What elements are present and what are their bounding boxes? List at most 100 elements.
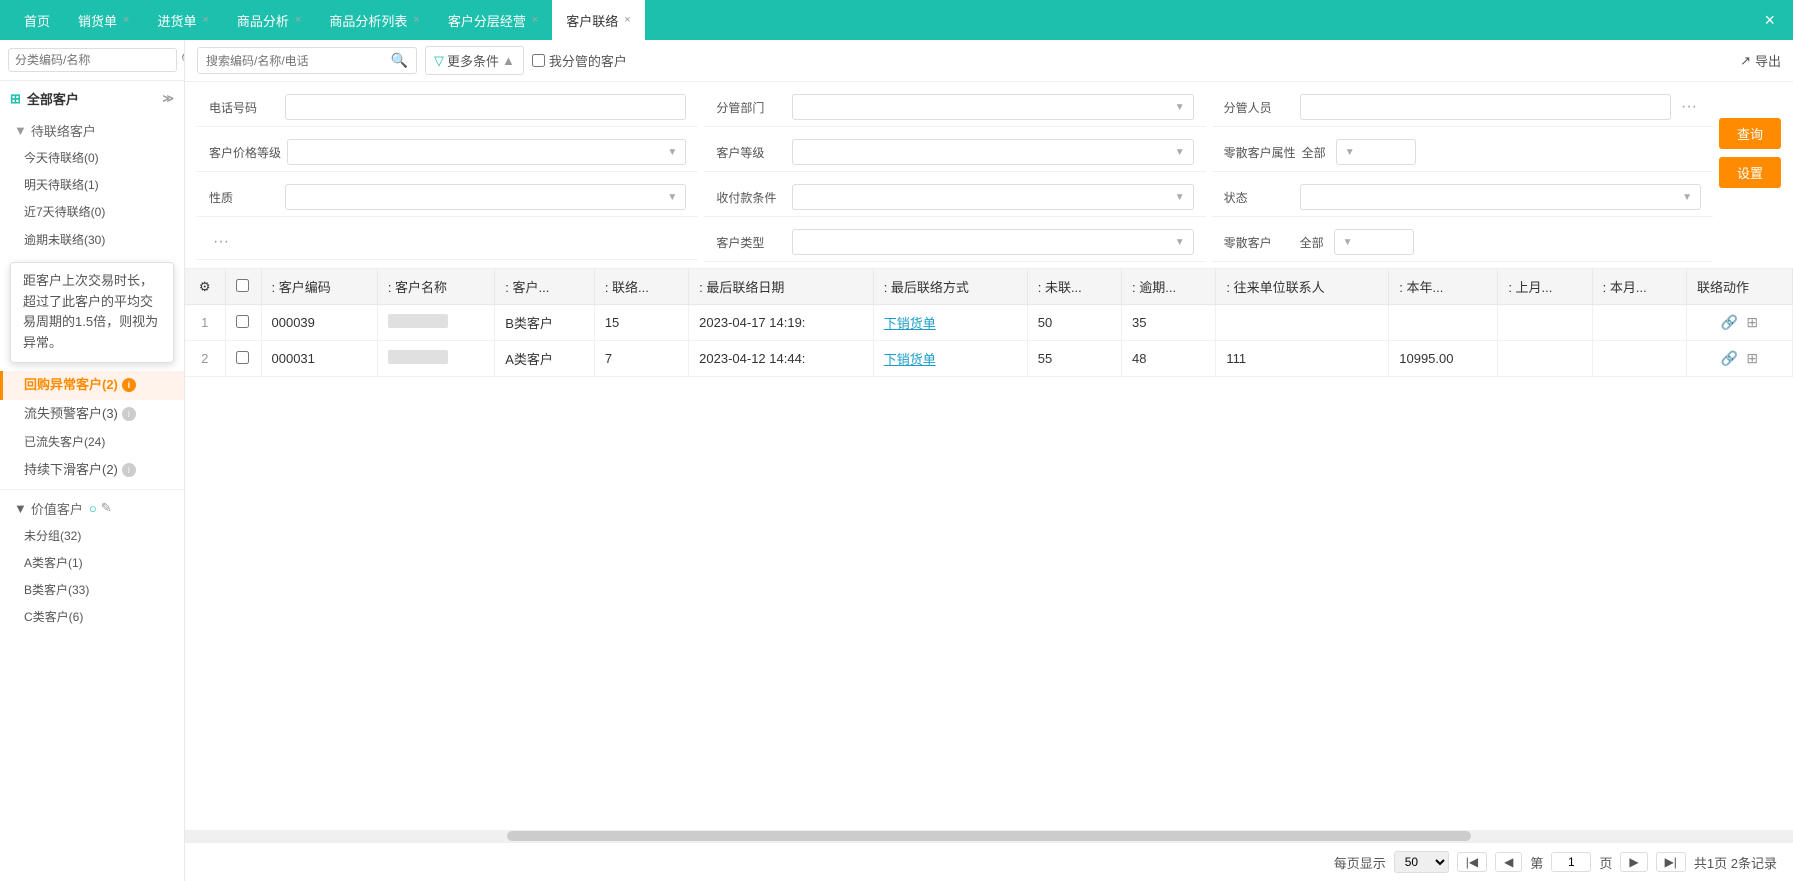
sidebar-group-pending[interactable]: ▼ 待联络客户 (0, 116, 184, 145)
phone-input[interactable] (285, 94, 686, 120)
col-code[interactable]: : 客户编码 (261, 269, 377, 305)
sidebar-item-a-class[interactable]: A类客户(1) (0, 550, 184, 577)
customer-level-select[interactable]: ▼ (792, 139, 1193, 165)
info-icon-3: i (122, 463, 136, 477)
row1-last-method[interactable]: 下销货单 (873, 305, 1027, 341)
row1-link-icon[interactable]: 🔗 (1721, 314, 1738, 331)
sidebar-item-declining[interactable]: 持续下滑客户(2) i (0, 456, 184, 485)
pencil-icon[interactable]: ✎ (101, 500, 112, 516)
more-filters-dots[interactable]: ··· (209, 231, 233, 253)
sidebar-item-tomorrow[interactable]: 明天待联络(1) (0, 172, 184, 199)
sidebar-item-c-class[interactable]: C类客户(6) (0, 604, 184, 631)
sidebar-search-input[interactable] (8, 48, 177, 72)
person-input[interactable] (1300, 94, 1671, 120)
query-button[interactable]: 查询 (1719, 118, 1781, 149)
row2-grid-icon[interactable]: ⊞ (1746, 350, 1758, 367)
price-level-select[interactable]: ▼ (287, 139, 686, 165)
col-settings[interactable]: ⚙ (185, 269, 225, 305)
window-close-button[interactable]: × (1756, 10, 1783, 31)
row1-method-link[interactable]: 下销货单 (884, 316, 936, 331)
tab-product-analysis-list-close[interactable]: × (413, 14, 419, 26)
per-page-select[interactable]: 50 100 200 (1394, 851, 1449, 873)
sidebar-collapse-icon[interactable]: ≫ (162, 92, 174, 105)
row2-checkbox[interactable] (225, 341, 261, 377)
tab-purchase-order-close[interactable]: × (202, 14, 208, 26)
tab-sales-order[interactable]: 销货单 × (64, 0, 143, 40)
scattered-customer-select[interactable]: ▼ (1334, 229, 1414, 255)
customer-type-select[interactable]: ▼ (792, 229, 1193, 255)
col-not-contacted[interactable]: : 未联... (1027, 269, 1121, 305)
row2-contact-count: 7 (594, 341, 688, 377)
row2-name (377, 341, 494, 377)
sidebar-all-customers[interactable]: ⊞ 全部客户 ≫ (0, 81, 184, 116)
next-page-button[interactable]: ▶ (1620, 852, 1647, 872)
my-customers-checkbox-area[interactable]: 我分管的客户 (532, 51, 627, 70)
search-icon[interactable]: 🔍 (391, 52, 408, 69)
sidebar-item-overdue[interactable]: 逾期未联络(30) (0, 227, 184, 254)
sidebar-item-today[interactable]: 今天待联络(0) (0, 145, 184, 172)
sidebar-item-b-class[interactable]: B类客户(33) (0, 577, 184, 604)
tab-purchase-order[interactable]: 进货单 × (143, 0, 222, 40)
tab-home[interactable]: 首页 (10, 0, 64, 40)
tab-customer-layer-label: 客户分层经营 (448, 11, 526, 30)
sidebar-item-churned[interactable]: 已流失客户(24) (0, 429, 184, 456)
col-last-month[interactable]: : 上月... (1498, 269, 1592, 305)
scattered-attr-select[interactable]: ▼ (1336, 139, 1416, 165)
nature-select[interactable]: ▼ (285, 184, 686, 210)
row2-select-checkbox[interactable] (236, 351, 249, 364)
dept-select[interactable]: ▼ (792, 94, 1193, 120)
row1-checkbox[interactable] (225, 305, 261, 341)
row1-select-checkbox[interactable] (236, 315, 249, 328)
col-overdue[interactable]: : 逾期... (1122, 269, 1216, 305)
col-name[interactable]: : 客户名称 (377, 269, 494, 305)
scrollbar-thumb[interactable] (507, 831, 1472, 841)
first-page-button[interactable]: |◀ (1457, 852, 1487, 872)
row2-last-method[interactable]: 下销货单 (873, 341, 1027, 377)
search-input[interactable] (206, 54, 391, 68)
tooltip-box: 距客户上次交易时长，超过了此客户的平均交易周期的1.5倍，则视为异常。 (10, 262, 174, 363)
edit-icon[interactable]: ○ (89, 501, 97, 516)
row2-action-icons: 🔗 ⊞ (1697, 350, 1782, 367)
grid-icon: ⊞ (10, 91, 21, 107)
row1-this-year (1389, 305, 1498, 341)
col-this-year[interactable]: : 本年... (1389, 269, 1498, 305)
export-button[interactable]: ↗ 导出 (1740, 51, 1781, 70)
row1-grid-icon[interactable]: ⊞ (1746, 314, 1758, 331)
sidebar-item-abnormal-repurchase[interactable]: 回购异常客户(2) i (0, 371, 184, 400)
tab-customer-layer-close[interactable]: × (532, 14, 538, 26)
sidebar-price-customer-header[interactable]: ▼ 价值客户 ○ ✎ (0, 494, 184, 523)
col-checkbox[interactable] (225, 269, 261, 305)
settings-button[interactable]: 设置 (1719, 157, 1781, 188)
col-last-method[interactable]: : 最后联络方式 (873, 269, 1027, 305)
tab-product-analysis[interactable]: 商品分析 × (223, 0, 315, 40)
filter-nature: 性质 ▼ (197, 178, 698, 217)
my-customers-checkbox[interactable] (532, 54, 545, 67)
tab-customer-contact-close[interactable]: × (624, 14, 630, 26)
tab-sales-order-close[interactable]: × (123, 14, 129, 26)
tab-product-analysis-close[interactable]: × (295, 14, 301, 26)
person-dots-button[interactable]: ··· (1677, 96, 1701, 118)
col-contact-person[interactable]: : 往来单位联系人 (1216, 269, 1389, 305)
row2-link-icon[interactable]: 🔗 (1721, 350, 1738, 367)
col-this-month[interactable]: : 本月... (1592, 269, 1686, 305)
col-last-date[interactable]: : 最后联络日期 (689, 269, 874, 305)
horizontal-scrollbar[interactable] (185, 830, 1793, 842)
col-contact-count[interactable]: : 联络... (594, 269, 688, 305)
last-page-button[interactable]: ▶| (1656, 852, 1686, 872)
select-all-checkbox[interactable] (236, 279, 249, 292)
sidebar-item-churn-warning[interactable]: 流失预警客户(3) i (0, 400, 184, 429)
page-number-input[interactable] (1551, 852, 1591, 872)
sidebar-item-ungrouped[interactable]: 未分组(32) (0, 523, 184, 550)
sidebar-divider (0, 489, 184, 490)
settings-icon[interactable]: ⚙ (199, 279, 211, 294)
sidebar-item-7days[interactable]: 近7天待联络(0) (0, 199, 184, 226)
prev-page-button[interactable]: ◀ (1495, 852, 1522, 872)
col-type[interactable]: : 客户... (495, 269, 595, 305)
row2-method-link[interactable]: 下销货单 (884, 352, 936, 367)
status-select[interactable]: ▼ (1300, 184, 1701, 210)
payment-select[interactable]: ▼ (792, 184, 1193, 210)
more-conditions-button[interactable]: ▽ 更多条件 ▲ (425, 46, 524, 75)
tab-customer-layer[interactable]: 客户分层经营 × (434, 0, 552, 40)
tab-customer-contact[interactable]: 客户联络 × (552, 0, 644, 40)
tab-product-analysis-list[interactable]: 商品分析列表 × (315, 0, 433, 40)
